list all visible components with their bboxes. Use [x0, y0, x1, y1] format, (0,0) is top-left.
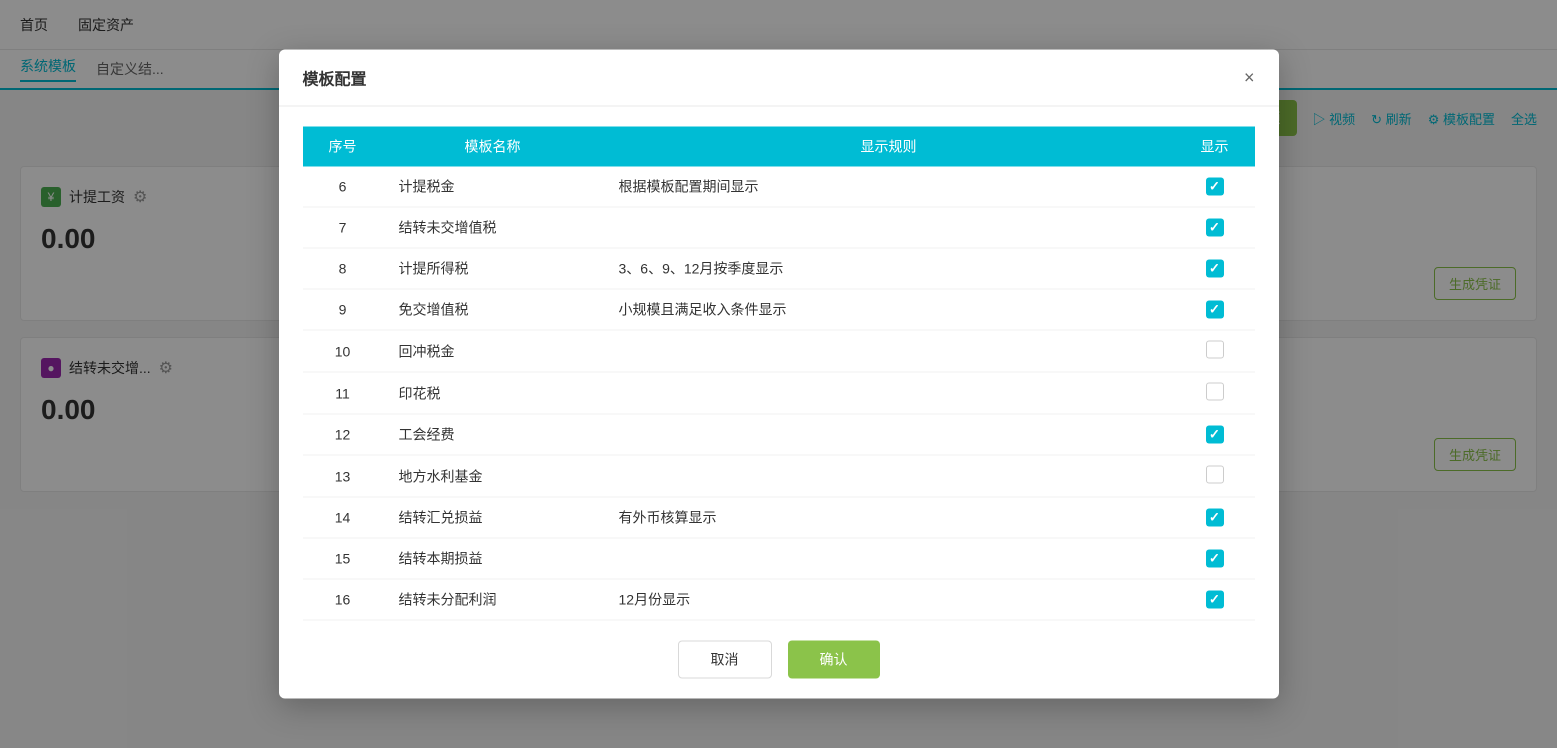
row-checkbox[interactable]: [1206, 178, 1224, 196]
table-row: 8计提所得税3、6、9、12月按季度显示: [303, 248, 1255, 289]
row-rule: 有外币核算显示: [603, 497, 1175, 538]
row-name: 免交增值税: [383, 289, 603, 330]
row-rule: 12月份显示: [603, 579, 1175, 620]
row-checkbox[interactable]: [1206, 219, 1224, 237]
row-id: 10: [303, 330, 383, 372]
row-checkbox[interactable]: [1206, 301, 1224, 319]
table-row: 14结转汇兑损益有外币核算显示: [303, 497, 1255, 538]
row-name: 结转未交增值税: [383, 207, 603, 248]
row-id: 7: [303, 207, 383, 248]
confirm-button[interactable]: 确认: [788, 641, 880, 679]
row-checkbox-cell: [1175, 248, 1255, 289]
row-checkbox-cell: [1175, 455, 1255, 497]
row-checkbox[interactable]: [1206, 383, 1224, 401]
col-header-show: 显示: [1175, 127, 1255, 167]
row-name: 结转汇兑损益: [383, 497, 603, 538]
row-name: 结转未分配利润: [383, 579, 603, 620]
row-id: 14: [303, 497, 383, 538]
row-id: 12: [303, 414, 383, 455]
modal-close-button[interactable]: ×: [1244, 69, 1255, 87]
table-row: 12工会经费: [303, 414, 1255, 455]
row-rule: [603, 372, 1175, 414]
row-checkbox-cell: [1175, 167, 1255, 208]
row-checkbox[interactable]: [1206, 591, 1224, 609]
row-checkbox-cell: [1175, 414, 1255, 455]
modal-body: 序号 模板名称 显示规则 显示 6计提税金根据模板配置期间显示7结转未交增值税8…: [279, 107, 1279, 621]
row-checkbox-cell: [1175, 497, 1255, 538]
row-checkbox-cell: [1175, 372, 1255, 414]
table-row: 11印花税: [303, 372, 1255, 414]
col-header-rule: 显示规则: [603, 127, 1175, 167]
row-rule: [603, 330, 1175, 372]
table-row: 9免交增值税小规模且满足收入条件显示: [303, 289, 1255, 330]
row-name: 计提所得税: [383, 248, 603, 289]
row-checkbox-cell: [1175, 538, 1255, 579]
table-row: 13地方水利基金: [303, 455, 1255, 497]
row-checkbox[interactable]: [1206, 426, 1224, 444]
row-name: 回冲税金: [383, 330, 603, 372]
table-header: 序号 模板名称 显示规则 显示: [303, 127, 1255, 167]
row-name: 印花税: [383, 372, 603, 414]
table-row: 15结转本期损益: [303, 538, 1255, 579]
row-name: 工会经费: [383, 414, 603, 455]
row-rule: [603, 538, 1175, 579]
row-checkbox[interactable]: [1206, 260, 1224, 278]
table-row: 10回冲税金: [303, 330, 1255, 372]
row-rule: [603, 414, 1175, 455]
row-checkbox[interactable]: [1206, 509, 1224, 527]
modal-header: 模板配置 ×: [279, 50, 1279, 107]
table-row: 16结转未分配利润12月份显示: [303, 579, 1255, 620]
row-name: 计提税金: [383, 167, 603, 208]
row-id: 15: [303, 538, 383, 579]
cancel-button[interactable]: 取消: [678, 641, 772, 679]
row-rule: 3、6、9、12月按季度显示: [603, 248, 1175, 289]
col-header-name: 模板名称: [383, 127, 603, 167]
row-id: 9: [303, 289, 383, 330]
row-rule: [603, 455, 1175, 497]
row-rule: [603, 207, 1175, 248]
row-id: 11: [303, 372, 383, 414]
row-checkbox[interactable]: [1206, 341, 1224, 359]
row-checkbox[interactable]: [1206, 550, 1224, 568]
row-id: 6: [303, 167, 383, 208]
row-name: 结转本期损益: [383, 538, 603, 579]
modal-footer: 取消 确认: [279, 621, 1279, 679]
table-row: 6计提税金根据模板配置期间显示: [303, 167, 1255, 208]
row-checkbox-cell: [1175, 330, 1255, 372]
table-body: 6计提税金根据模板配置期间显示7结转未交增值税8计提所得税3、6、9、12月按季…: [303, 167, 1255, 621]
row-checkbox-cell: [1175, 289, 1255, 330]
row-checkbox[interactable]: [1206, 466, 1224, 484]
col-header-id: 序号: [303, 127, 383, 167]
row-name: 地方水利基金: [383, 455, 603, 497]
row-id: 16: [303, 579, 383, 620]
row-id: 13: [303, 455, 383, 497]
row-id: 8: [303, 248, 383, 289]
config-table-container: 序号 模板名称 显示规则 显示 6计提税金根据模板配置期间显示7结转未交增值税8…: [303, 127, 1255, 621]
row-rule: 根据模板配置期间显示: [603, 167, 1175, 208]
modal-title: 模板配置: [303, 66, 367, 90]
table-row: 7结转未交增值税: [303, 207, 1255, 248]
row-checkbox-cell: [1175, 207, 1255, 248]
template-config-modal: 模板配置 × 序号 模板名称 显示规则 显示 6计提税金根据模板配置期间显示7结…: [279, 50, 1279, 699]
row-checkbox-cell: [1175, 579, 1255, 620]
row-rule: 小规模且满足收入条件显示: [603, 289, 1175, 330]
config-table: 序号 模板名称 显示规则 显示 6计提税金根据模板配置期间显示7结转未交增值税8…: [303, 127, 1255, 621]
